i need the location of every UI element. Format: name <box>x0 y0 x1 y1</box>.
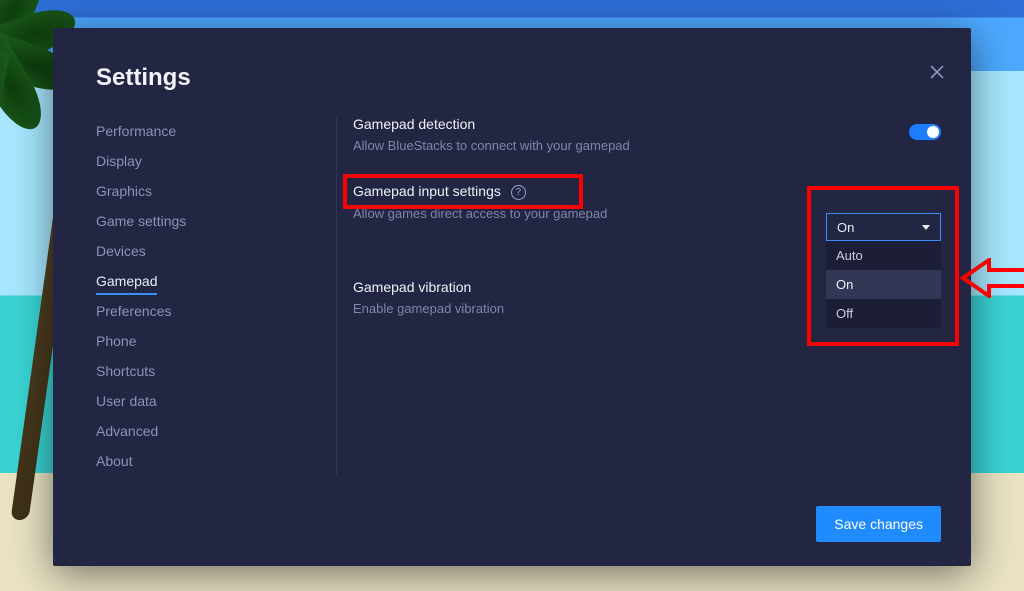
sidebar-item-label: Game settings <box>96 213 186 229</box>
save-changes-button[interactable]: Save changes <box>816 506 941 542</box>
section-gamepad-input: Gamepad input settings ? Allow games dir… <box>353 183 941 221</box>
sidebar-item-label: Preferences <box>96 303 171 319</box>
help-circle-icon[interactable]: ? <box>511 185 526 200</box>
sidebar-item-gamepad[interactable]: Gamepad <box>96 266 306 296</box>
section-gamepad-vibration: Gamepad vibration Enable gamepad vibrati… <box>353 279 941 316</box>
sidebar-item-label: Gamepad <box>96 273 157 295</box>
sidebar-item-graphics[interactable]: Graphics <box>96 176 306 206</box>
section-subtitle: Enable gamepad vibration <box>353 301 941 316</box>
section-title: Gamepad detection <box>353 116 941 132</box>
section-title: Gamepad input settings ? <box>353 183 941 200</box>
settings-content: Gamepad detection Allow BlueStacks to co… <box>353 116 941 346</box>
sidebar-item-label: Advanced <box>96 423 158 439</box>
sidebar-item-user-data[interactable]: User data <box>96 386 306 416</box>
arrow-left-icon <box>959 258 1024 298</box>
sidebar-item-label: Graphics <box>96 183 152 199</box>
section-subtitle: Allow BlueStacks to connect with your ga… <box>353 138 941 153</box>
gamepad-detection-toggle[interactable] <box>909 124 941 140</box>
sidebar-item-label: Shortcuts <box>96 363 155 379</box>
sidebar-item-about[interactable]: About <box>96 446 306 476</box>
sidebar-item-devices[interactable]: Devices <box>96 236 306 266</box>
sidebar-item-label: About <box>96 453 133 469</box>
section-gamepad-detection: Gamepad detection Allow BlueStacks to co… <box>353 116 941 153</box>
sidebar-item-label: Devices <box>96 243 146 259</box>
sidebar-item-preferences[interactable]: Preferences <box>96 296 306 326</box>
close-button[interactable] <box>925 60 949 84</box>
sidebar-item-label: Performance <box>96 123 176 139</box>
settings-modal: Settings Performance Display Graphics Ga… <box>53 28 971 566</box>
dropdown-option-auto[interactable]: Auto <box>826 241 941 270</box>
sidebar-item-label: User data <box>96 393 157 409</box>
sidebar-item-display[interactable]: Display <box>96 146 306 176</box>
option-label: Auto <box>836 248 863 263</box>
sidebar-item-phone[interactable]: Phone <box>96 326 306 356</box>
caret-down-icon <box>922 225 930 230</box>
sidebar-item-shortcuts[interactable]: Shortcuts <box>96 356 306 386</box>
close-icon <box>930 65 944 79</box>
page-title: Settings <box>96 64 191 92</box>
sidebar-item-game-settings[interactable]: Game settings <box>96 206 306 236</box>
vertical-divider <box>336 116 337 476</box>
sidebar-item-advanced[interactable]: Advanced <box>96 416 306 446</box>
sidebar-item-performance[interactable]: Performance <box>96 116 306 146</box>
section-title: Gamepad vibration <box>353 279 941 295</box>
section-title-text: Gamepad input settings <box>353 183 501 199</box>
dropdown-value: On <box>837 220 854 235</box>
dropdown-button[interactable]: On <box>826 213 941 241</box>
sidebar-item-label: Display <box>96 153 142 169</box>
settings-sidebar: Performance Display Graphics Game settin… <box>96 116 306 476</box>
sidebar-item-label: Phone <box>96 333 136 349</box>
